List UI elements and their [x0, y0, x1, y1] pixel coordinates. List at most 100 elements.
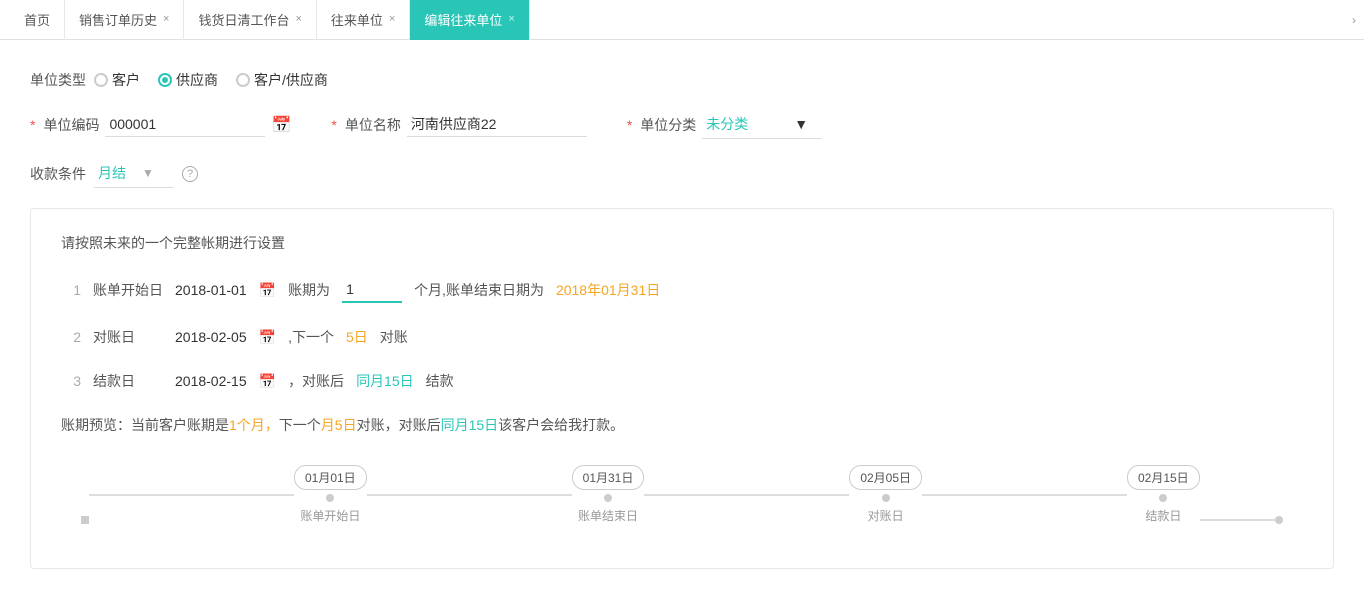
timeline-segment-2: 01月31日 账单结束日 [367, 465, 645, 524]
settings-title: 请按照未来的一个完整帐期进行设置 [61, 233, 1303, 253]
tab-counterpart-close[interactable]: × [389, 14, 395, 25]
payment-terms-row: 收款条件 月结 ▼ ? [30, 159, 1334, 188]
preview-highlight2: 月5日 [321, 417, 357, 433]
unit-code-star: * [30, 117, 35, 133]
row-2-suffix-highlight: 5日 [346, 327, 368, 347]
unit-name-input[interactable] [407, 112, 587, 137]
row-2-calendar-icon[interactable]: 📅 [259, 329, 276, 346]
row-3-label: 结款日 [93, 371, 163, 391]
tab-cash-workbench-label: 钱货日清工作台 [198, 10, 289, 29]
unit-details-row: * 单位编码 📅 * 单位名称 * 单位分类 未分类 ▼ [30, 110, 1334, 139]
unit-type-row: 单位类型 客户 供应商 客户/供应商 [30, 70, 1334, 90]
row-2-date: 2018-02-05 [175, 329, 247, 345]
payment-terms-select[interactable]: 月结 ▼ [94, 159, 174, 188]
tab-sales-history-close[interactable]: × [163, 14, 169, 25]
row-3-suffix-before: ，对账后 [288, 371, 344, 391]
row-3-number: 3 [61, 373, 81, 389]
timeline-node-2-label: 账单结束日 [578, 507, 638, 524]
row-1-date: 2018-01-01 [175, 282, 247, 298]
row-1-number: 1 [61, 282, 81, 298]
unit-category-label: 单位分类 [640, 115, 696, 135]
payment-terms-value: 月结 [98, 163, 126, 183]
tab-cash-workbench-close[interactable]: × [295, 14, 301, 25]
row-1-period-input[interactable] [342, 277, 402, 303]
unit-category-dropdown-arrow: ▼ [794, 116, 808, 132]
timeline-end-segment [1200, 516, 1283, 524]
row-3-calendar-icon[interactable]: 📅 [259, 373, 276, 390]
timeline-node-3-label: 对账日 [868, 507, 904, 524]
row-1-period-end-date: 2018年01月31日 [556, 280, 660, 300]
unit-code-group: * 单位编码 📅 [30, 112, 291, 137]
radio-customer-supplier-circle [236, 73, 250, 87]
unit-type-label: 单位类型 [30, 70, 86, 90]
radio-customer[interactable]: 客户 [94, 70, 140, 90]
payment-terms-label: 收款条件 [30, 164, 86, 184]
timeline-node-4: 02月15日 结款日 [1127, 465, 1200, 524]
timeline-node-4-date: 02月15日 [1127, 465, 1200, 490]
row-1-label: 账单开始日 [93, 280, 163, 300]
preview-prefix: 账期预览：当前客户账期是 [61, 417, 229, 433]
row-1-period-label: 账期为 [288, 280, 330, 300]
row-3-suffix-highlight: 同月15日 [356, 371, 414, 391]
row-1-calendar-icon[interactable]: 📅 [259, 282, 276, 299]
timeline-node-2: 01月31日 账单结束日 [572, 465, 645, 524]
unit-code-label: 单位编码 [43, 115, 99, 135]
unit-category-value: 未分类 [706, 114, 748, 134]
tab-home-label: 首页 [24, 10, 50, 29]
timeline-node-3: 02月05日 对账日 [849, 465, 922, 524]
preview-middle2: 对账，对账后 [357, 417, 441, 433]
main-content: 单位类型 客户 供应商 客户/供应商 * 单位编码 📅 * 单位名称 [0, 40, 1364, 609]
preview-middle1: 下一个 [279, 417, 321, 433]
tab-cash-workbench[interactable]: 钱货日清工作台 × [184, 0, 316, 40]
row-2-number: 2 [61, 329, 81, 345]
row-1-period-unit: 个月,账单结束日期为 [414, 280, 544, 300]
timeline: 01月01日 账单开始日 01月31日 账单结束日 [61, 465, 1303, 524]
tab-sales-history-label: 销售订单历史 [79, 10, 157, 29]
timeline-segment-3: 02月05日 对账日 [644, 465, 922, 524]
timeline-node-3-date: 02月05日 [849, 465, 922, 490]
preview-suffix: 该客户会给我打款。 [498, 417, 624, 433]
unit-category-select[interactable]: 未分类 ▼ [702, 110, 822, 139]
unit-name-group: * 单位名称 [331, 112, 586, 137]
setting-row-2: 2 对账日 2018-02-05 📅 ,下一个 5日 对账 [61, 327, 1303, 347]
tab-home[interactable]: 首页 [8, 0, 65, 40]
unit-name-star: * [331, 117, 336, 133]
tab-counterpart[interactable]: 往来单位 × [317, 0, 410, 40]
unit-name-label: 单位名称 [345, 115, 401, 135]
preview-highlight1: 1个月， [229, 417, 279, 433]
timeline-segment-4: 02月15日 结款日 [922, 465, 1200, 524]
radio-customer-supplier-label: 客户/供应商 [254, 70, 328, 90]
preview-section: 账期预览：当前客户账期是1个月，下一个月5日对账，对账后同月15日该客户会给我打… [61, 415, 1303, 544]
radio-customer-supplier[interactable]: 客户/供应商 [236, 70, 328, 90]
unit-code-input[interactable] [105, 112, 265, 137]
tab-counterpart-label: 往来单位 [331, 10, 383, 29]
tab-edit-counterpart-close[interactable]: × [508, 14, 514, 25]
row-3-date: 2018-02-15 [175, 373, 247, 389]
timeline-node-1: 01月01日 账单开始日 [294, 465, 367, 524]
radio-supplier-label: 供应商 [176, 70, 218, 90]
setting-row-3: 3 结款日 2018-02-15 📅 ，对账后 同月15日 结款 [61, 371, 1303, 391]
tab-sales-history[interactable]: 销售订单历史 × [65, 0, 184, 40]
tab-edit-counterpart[interactable]: 编辑往来单位 × [410, 0, 529, 40]
radio-supplier-circle [158, 73, 172, 87]
radio-supplier[interactable]: 供应商 [158, 70, 218, 90]
timeline-segment-1: 01月01日 账单开始日 [89, 465, 367, 524]
timeline-node-1-date: 01月01日 [294, 465, 367, 490]
timeline-node-2-date: 01月31日 [572, 465, 645, 490]
radio-customer-circle [94, 73, 108, 87]
unit-category-star: * [627, 117, 632, 133]
timeline-node-1-label: 账单开始日 [300, 507, 360, 524]
tab-nav-arrow[interactable]: › [1352, 13, 1356, 27]
unit-code-calendar-icon[interactable]: 📅 [271, 115, 291, 135]
payment-terms-help-icon[interactable]: ? [182, 166, 198, 182]
row-3-suffix-after: 结款 [426, 371, 454, 391]
tab-bar: 首页 销售订单历史 × 钱货日清工作台 × 往来单位 × 编辑往来单位 × › [0, 0, 1364, 40]
unit-category-group: * 单位分类 未分类 ▼ [627, 110, 822, 139]
settings-box: 请按照未来的一个完整帐期进行设置 1 账单开始日 2018-01-01 📅 账期… [30, 208, 1334, 569]
row-2-suffix-after: 对账 [380, 327, 408, 347]
preview-highlight3: 同月15日 [441, 417, 499, 433]
row-2-suffix-before: ,下一个 [288, 327, 334, 347]
timeline-start-dot [81, 516, 89, 524]
row-2-label: 对账日 [93, 327, 163, 347]
tab-edit-counterpart-label: 编辑往来单位 [424, 10, 502, 29]
